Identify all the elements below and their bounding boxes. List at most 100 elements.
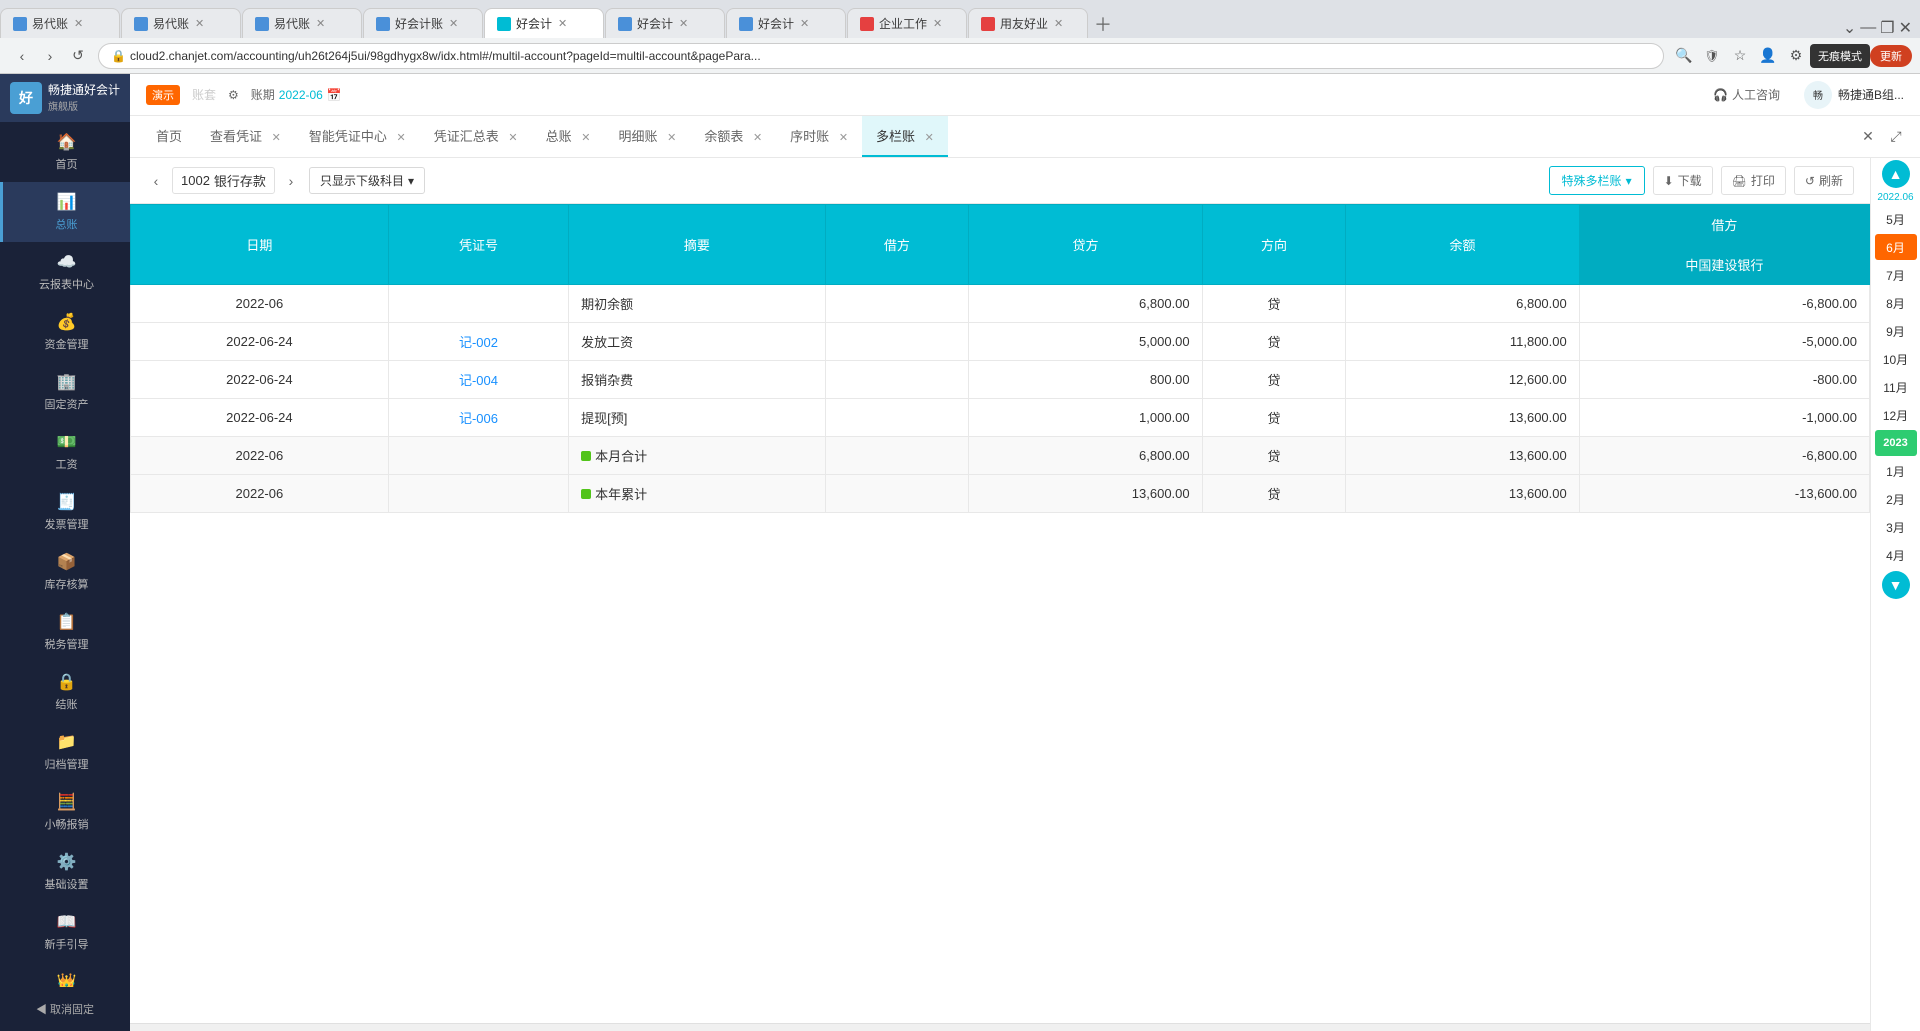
adblock-icon[interactable]: 🛡: [1698, 42, 1726, 70]
stealth-mode-btn[interactable]: 无痕模式: [1810, 44, 1870, 68]
settings-toolbar-btn[interactable]: ⚙: [228, 88, 239, 102]
tab-voucher-summary[interactable]: 凭证汇总表 ✕: [420, 116, 532, 157]
tab-journal[interactable]: 序时账 ✕: [776, 116, 862, 157]
account-prev-btn[interactable]: ‹: [146, 171, 166, 191]
browser-tab-3[interactable]: 易代账 ✕: [242, 8, 362, 38]
cal-month-8[interactable]: 8月: [1875, 290, 1917, 316]
tab-close-journal[interactable]: ✕: [839, 132, 848, 144]
unpin-btn[interactable]: ◀ 取消固定: [8, 995, 122, 1023]
url-input[interactable]: 🔒 cloud2.chanjet.com/accounting/uh26t264…: [98, 43, 1664, 69]
browser-tab-8[interactable]: 企业工作 ✕: [847, 8, 967, 38]
close-btn[interactable]: ✕: [1899, 18, 1912, 38]
sidebar-item-inventory[interactable]: 📦 库存核算: [0, 542, 130, 602]
sidebar-item-ledger[interactable]: 📊 总账: [0, 182, 130, 242]
ai-consult-btn[interactable]: 🎧 人工咨询: [1713, 86, 1780, 103]
cal-month-11[interactable]: 11月: [1875, 374, 1917, 400]
back-btn[interactable]: ‹: [8, 42, 36, 70]
tab-close-4[interactable]: ✕: [449, 17, 458, 30]
cell-voucher[interactable]: 记-004: [388, 361, 568, 399]
sidebar-item-settings[interactable]: ⚙️ 基础设置: [0, 842, 130, 902]
tab-multi-column[interactable]: 多栏账 ✕: [862, 116, 948, 157]
tab-close-summary[interactable]: ✕: [508, 132, 517, 144]
update-btn[interactable]: 更新: [1870, 45, 1912, 67]
cell-summary: 本年累计: [569, 475, 825, 513]
cal-month-3-2023[interactable]: 3月: [1875, 514, 1917, 540]
tab-close-voucher[interactable]: ✕: [272, 132, 281, 144]
tab-detail-ledger[interactable]: 明细账 ✕: [604, 116, 690, 157]
print-btn[interactable]: 🖨 打印: [1721, 166, 1786, 195]
tab-close-balance[interactable]: ✕: [753, 132, 762, 144]
browser-tab-4[interactable]: 好会计账 ✕: [363, 8, 483, 38]
cal-month-10[interactable]: 10月: [1875, 346, 1917, 372]
download-btn[interactable]: ⬇ 下载: [1653, 166, 1713, 195]
cell-voucher[interactable]: 记-006: [388, 399, 568, 437]
minimize-btn[interactable]: —: [1860, 19, 1876, 37]
tab-close-multi[interactable]: ✕: [925, 132, 934, 144]
cal-month-2-2023[interactable]: 2月: [1875, 486, 1917, 512]
tab-close-detail[interactable]: ✕: [667, 132, 676, 144]
sidebar-item-assets[interactable]: 🏢 固定资产: [0, 362, 130, 422]
cal-nav-down[interactable]: ▼: [1882, 571, 1910, 599]
forward-btn[interactable]: ›: [36, 42, 64, 70]
account-selector[interactable]: 1002 银行存款: [172, 167, 275, 194]
browser-tab-7[interactable]: 好会计 ✕: [726, 8, 846, 38]
special-multicolumn-btn[interactable]: 特殊多栏账 ▾: [1549, 166, 1645, 195]
tab-close-9[interactable]: ✕: [1054, 17, 1063, 30]
tab-general-ledger[interactable]: 总账 ✕: [532, 116, 605, 157]
account-next-btn[interactable]: ›: [281, 171, 301, 191]
cal-month-12[interactable]: 12月: [1875, 402, 1917, 428]
sidebar-item-closing[interactable]: 🔒 结账: [0, 662, 130, 722]
filter-dropdown[interactable]: 只显示下级科目 ▾: [309, 167, 425, 194]
tab-close-3[interactable]: ✕: [316, 17, 325, 30]
sidebar-item-guide[interactable]: 📖 新手引导: [0, 902, 130, 962]
tab-home[interactable]: 首页: [142, 116, 196, 157]
tab-voucher-view[interactable]: 查看凭证 ✕: [196, 116, 295, 157]
restore-btn[interactable]: ❐: [1880, 18, 1894, 38]
cal-month-4-2023[interactable]: 4月: [1875, 542, 1917, 568]
h-scrollbar[interactable]: [130, 1023, 1870, 1031]
tab-close-7[interactable]: ✕: [800, 17, 809, 30]
cal-month-6[interactable]: 6月: [1875, 234, 1917, 260]
sidebar-item-tax[interactable]: 📋 税务管理: [0, 602, 130, 662]
bookmark-icon[interactable]: ☆: [1726, 42, 1754, 70]
cal-month-7[interactable]: 7月: [1875, 262, 1917, 288]
sidebar-item-reports[interactable]: ☁️ 云报表中心: [0, 242, 130, 302]
cal-month-1-2023[interactable]: 1月: [1875, 458, 1917, 484]
tab-close-2[interactable]: ✕: [195, 17, 204, 30]
tab-close-8[interactable]: ✕: [933, 17, 942, 30]
sidebar-logo: 好 畅捷通好会计 旗舰版: [0, 74, 130, 122]
tab-close-general[interactable]: ✕: [581, 132, 590, 144]
tab-smart-voucher[interactable]: 智能凭证中心 ✕: [295, 116, 420, 157]
tab-list-btn[interactable]: ⌄: [1843, 18, 1856, 38]
refresh-nav-btn[interactable]: ↺: [64, 42, 92, 70]
sidebar-item-expense[interactable]: 🧮 小畅报销: [0, 782, 130, 842]
tab-close-window-btn[interactable]: ✕: [1856, 125, 1880, 149]
browser-tab-1[interactable]: 易代账 ✕: [0, 8, 120, 38]
tab-balance-table[interactable]: 余额表 ✕: [690, 116, 776, 157]
tab-close-1[interactable]: ✕: [74, 17, 83, 30]
sidebar-item-invoice[interactable]: 🧾 发票管理: [0, 482, 130, 542]
new-tab-button[interactable]: ＋: [1089, 10, 1117, 38]
sidebar-item-home[interactable]: 🏠 首页: [0, 122, 130, 182]
browser-tab-6[interactable]: 好会计 ✕: [605, 8, 725, 38]
cal-month-5[interactable]: 5月: [1875, 206, 1917, 232]
sidebar-item-archive[interactable]: 📁 归档管理: [0, 722, 130, 782]
tab-close-6[interactable]: ✕: [679, 17, 688, 30]
sidebar-item-funds[interactable]: 💰 资金管理: [0, 302, 130, 362]
browser-tab-5[interactable]: 好会计 ✕: [484, 8, 604, 38]
refresh-btn[interactable]: ↺ 刷新: [1794, 166, 1854, 195]
browser-tab-2[interactable]: 易代账 ✕: [121, 8, 241, 38]
cell-voucher[interactable]: 记-002: [388, 323, 568, 361]
search-browser-btn[interactable]: 🔍: [1670, 42, 1698, 70]
cal-nav-up[interactable]: ▲: [1882, 160, 1910, 188]
profile-icon[interactable]: 👤: [1754, 42, 1782, 70]
tab-close-smart[interactable]: ✕: [397, 132, 406, 144]
tab-close-5[interactable]: ✕: [558, 17, 567, 30]
sidebar-item-payroll[interactable]: 💵 工资: [0, 422, 130, 482]
period-selector[interactable]: 账期 2022-06 📅: [251, 86, 342, 103]
cal-month-9[interactable]: 9月: [1875, 318, 1917, 344]
extension-icon[interactable]: ⚙: [1782, 42, 1810, 70]
sidebar-item-member[interactable]: 👑 畅会员: [0, 962, 130, 987]
tab-expand-btn[interactable]: ⤢: [1884, 125, 1908, 149]
browser-tab-9[interactable]: 用友好业 ✕: [968, 8, 1088, 38]
